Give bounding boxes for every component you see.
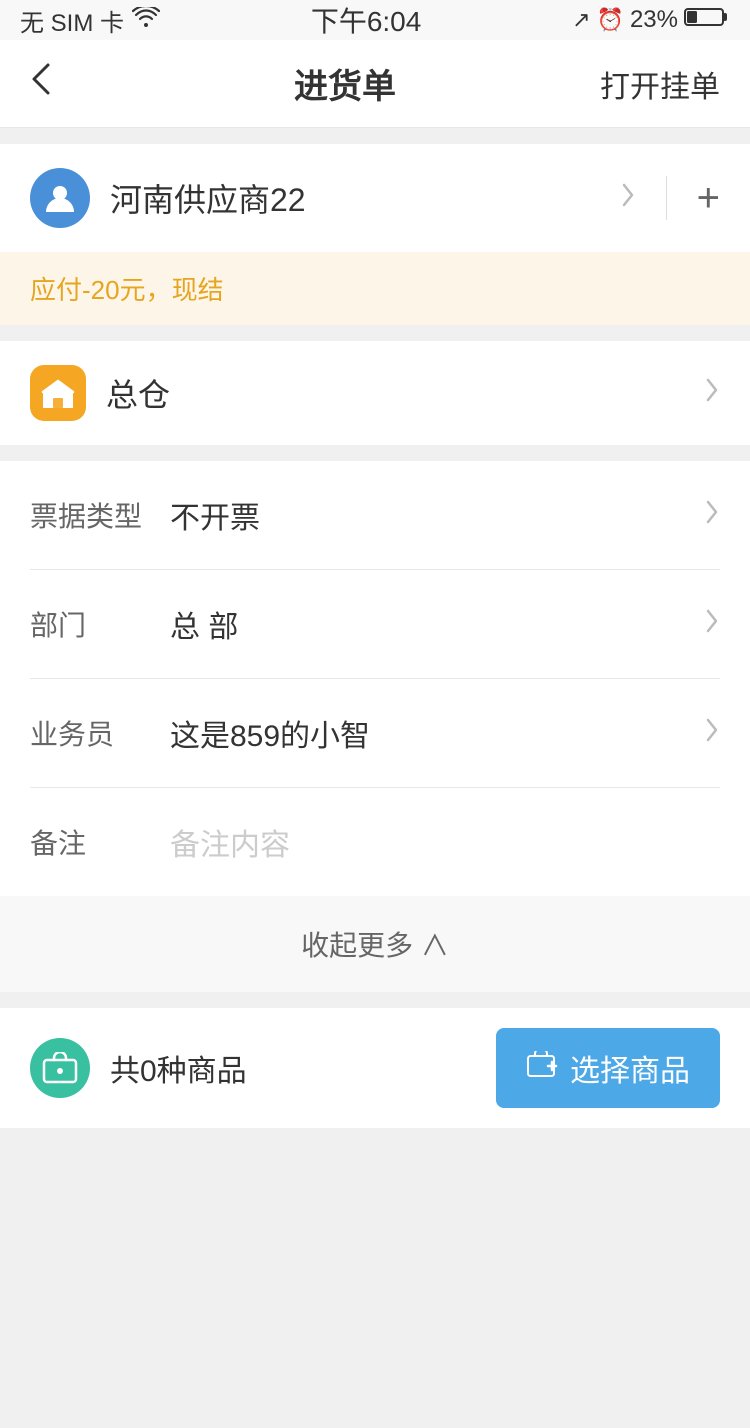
collapse-button[interactable]: 收起更多 ∧	[0, 896, 750, 992]
status-left: 无 SIM 卡	[20, 3, 160, 38]
page-title: 进货单	[294, 59, 396, 108]
select-product-button[interactable]: 选择商品	[496, 1028, 720, 1108]
supplier-vertical-divider	[666, 176, 667, 220]
wifi-icon	[132, 6, 160, 34]
select-product-label: 选择商品	[570, 1046, 690, 1090]
supplier-chevron-icon	[620, 181, 636, 216]
supplier-row[interactable]: 河南供应商22 +	[0, 144, 750, 252]
status-time: 下午6:04	[311, 0, 422, 40]
location-icon: ↗	[572, 7, 590, 33]
salesperson-label: 业务员	[30, 713, 170, 753]
form-row-salesperson[interactable]: 业务员 这是859的小智	[0, 679, 750, 787]
section-divider-3	[0, 445, 750, 461]
notes-value[interactable]: 备注内容	[170, 820, 720, 864]
nav-bar: 进货单 打开挂单	[0, 40, 750, 128]
invoice-type-chevron-icon	[704, 498, 720, 533]
warehouse-chevron-icon	[704, 376, 720, 411]
status-bar: 无 SIM 卡 下午6:04 ↗ ⏰ 23%	[0, 0, 750, 40]
alarm-icon: ⏰	[597, 7, 624, 33]
supplier-avatar	[30, 168, 90, 228]
section-divider-1	[0, 128, 750, 144]
form-row-notes[interactable]: 备注 备注内容	[0, 788, 750, 896]
notice-banner: 应付-20元，现结	[0, 252, 750, 325]
warehouse-row[interactable]: 总仓	[0, 341, 750, 445]
form-row-invoice-type[interactable]: 票据类型 不开票	[0, 461, 750, 569]
status-right: ↗ ⏰ 23%	[572, 6, 730, 35]
select-product-icon	[526, 1050, 560, 1087]
salesperson-chevron-icon	[704, 716, 720, 751]
battery-label: 23%	[630, 6, 678, 34]
supplier-name: 河南供应商22	[110, 175, 620, 221]
product-bar: 共0种商品 选择商品	[0, 1008, 750, 1128]
battery-icon	[684, 6, 730, 35]
warehouse-section: 总仓	[0, 341, 750, 445]
warehouse-name: 总仓	[106, 370, 704, 416]
warehouse-icon	[30, 365, 86, 421]
open-pending-button[interactable]: 打开挂单	[600, 62, 720, 106]
carrier-label: 无 SIM 卡	[20, 3, 124, 38]
department-label: 部门	[30, 604, 170, 644]
product-bar-icon	[30, 1038, 90, 1098]
invoice-type-value: 不开票	[170, 493, 704, 537]
supplier-section: 河南供应商22 + 应付-20元，现结	[0, 144, 750, 325]
product-count-label: 共0种商品	[110, 1046, 496, 1090]
department-value: 总 部	[170, 602, 704, 646]
salesperson-value: 这是859的小智	[170, 711, 704, 755]
form-section: 票据类型 不开票 部门 总 部 业务员 这是859的小智	[0, 461, 750, 896]
department-chevron-icon	[704, 607, 720, 642]
form-row-department[interactable]: 部门 总 部	[0, 570, 750, 678]
notes-label: 备注	[30, 822, 170, 862]
invoice-type-label: 票据类型	[30, 495, 170, 535]
background-area	[0, 1128, 750, 1428]
back-button[interactable]	[30, 61, 90, 106]
section-divider-2	[0, 325, 750, 341]
add-supplier-button[interactable]: +	[697, 176, 720, 221]
